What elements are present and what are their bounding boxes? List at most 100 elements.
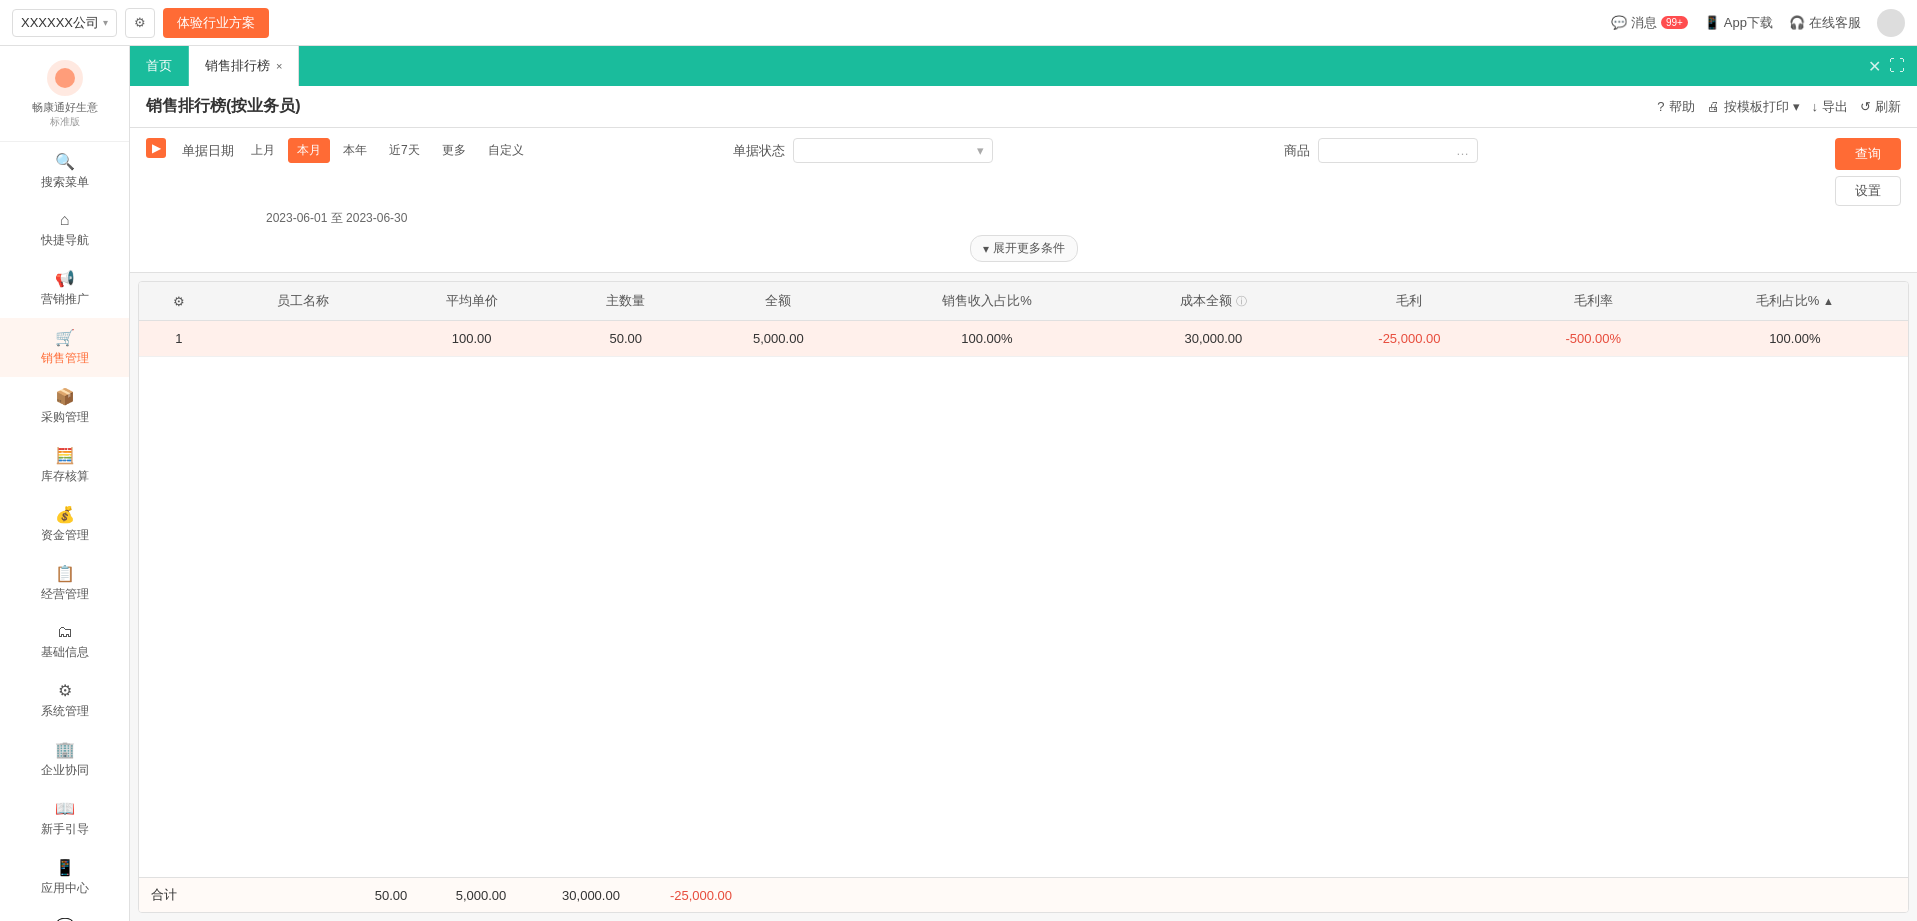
sidebar-item-operations[interactable]: 📋 经营管理 (0, 554, 129, 613)
cell-amount: 5,000.00 (696, 321, 861, 357)
col-sales-pct: 销售收入占比% (861, 282, 1113, 321)
headset-icon: 🎧 (1789, 15, 1805, 30)
finance-icon: 💰 (55, 505, 75, 524)
col-amount: 全额 (696, 282, 861, 321)
sidebar-item-inventory[interactable]: 🧮 库存核算 (0, 436, 129, 495)
inventory-icon: 🧮 (55, 446, 75, 465)
print-button[interactable]: 🖨 按模板打印 ▾ (1707, 98, 1800, 116)
top-bar-right: 💬 消息 99+ 📱 App下载 🎧 在线客服 (1611, 9, 1905, 37)
settings-button[interactable]: 设置 (1835, 176, 1901, 206)
sidebar-item-guide[interactable]: 📖 新手引导 (0, 789, 129, 848)
close-icon[interactable]: × (276, 60, 282, 72)
settings-icon[interactable]: ⚙ (125, 8, 155, 38)
status-filter-section: 单据状态 ▾ (733, 138, 1268, 163)
query-settings: 查询 设置 (1835, 138, 1901, 206)
filter-collapse-icon[interactable]: ▶ (146, 138, 166, 158)
logo-icon (45, 58, 85, 98)
trial-button[interactable]: 体验行业方案 (163, 8, 269, 38)
help-button[interactable]: ? 帮助 (1657, 98, 1694, 116)
sidebar-item-shortcut-nav[interactable]: ⌂ 快捷导航 (0, 201, 129, 259)
filter-inputs: ▶ 单据日期 上月 本月 本年 近7天 更多 自定义 (146, 138, 1901, 206)
phone-icon: 📱 (1704, 15, 1720, 30)
app-download-label: App下载 (1724, 14, 1773, 32)
col-name: 员工名称 (219, 282, 388, 321)
operations-icon: 📋 (55, 564, 75, 583)
tab-sales-rank[interactable]: 销售排行榜 × (189, 46, 299, 86)
print-chevron-icon: ▾ (1793, 99, 1800, 114)
sidebar-item-label: 应用中心 (41, 880, 89, 897)
sidebar-item-enterprise-wechat[interactable]: 💬 企业微信 (0, 907, 129, 921)
query-button[interactable]: 查询 (1835, 138, 1901, 170)
sidebar-item-finance[interactable]: 💰 资金管理 (0, 495, 129, 554)
page-header-actions: ? 帮助 🖨 按模板打印 ▾ ↓ 导出 ↺ 刷新 (1657, 98, 1901, 116)
page-content: 销售排行榜(按业务员) ? 帮助 🖨 按模板打印 ▾ ↓ 导出 (130, 86, 1917, 921)
footer-amount: 5,000.00 (431, 888, 531, 903)
tab-bar-right: ✕ ⛶ (1868, 57, 1917, 76)
date-filter-label: 单据日期 (182, 142, 234, 160)
refresh-button[interactable]: ↺ 刷新 (1860, 98, 1901, 116)
table-footer: 合计 50.00 5,000.00 30,000.00 -25,000.00 (139, 877, 1908, 912)
date-btn-this-month[interactable]: 本月 (288, 138, 330, 163)
basic-info-icon: 🗂 (57, 623, 73, 641)
online-support-btn[interactable]: 🎧 在线客服 (1789, 14, 1861, 32)
tab-home-label: 首页 (146, 57, 172, 75)
sidebar-item-basic-info[interactable]: 🗂 基础信息 (0, 613, 129, 671)
sidebar-item-app-center[interactable]: 📱 应用中心 (0, 848, 129, 907)
export-icon: ↓ (1812, 99, 1819, 114)
sidebar: 畅康通好生意 标准版 🔍 搜索菜单 ⌂ 快捷导航 📢 营销推广 🛒 销售管理 📦… (0, 46, 130, 921)
col-gross-pct[interactable]: 毛利占比% ▲ (1682, 282, 1908, 321)
footer-cost-amount: 30,000.00 (531, 888, 651, 903)
table-header: ⚙ 员工名称 平均单价 主数量 全额 销售收入占比% 成本全额 ⓘ 毛利 毛利率… (139, 282, 1908, 321)
message-badge: 99+ (1661, 16, 1688, 29)
tab-maximize-icon[interactable]: ⛶ (1889, 57, 1905, 75)
footer-total-label: 合计 (151, 886, 351, 904)
avatar[interactable] (1877, 9, 1905, 37)
date-btn-custom[interactable]: 自定义 (479, 138, 533, 163)
expand-label: 展开更多条件 (993, 240, 1065, 257)
app-download-btn[interactable]: 📱 App下载 (1704, 14, 1773, 32)
date-btn-more[interactable]: 更多 (433, 138, 475, 163)
sidebar-item-enterprise[interactable]: 🏢 企业协同 (0, 730, 129, 789)
data-table: ⚙ 员工名称 平均单价 主数量 全额 销售收入占比% 成本全额 ⓘ 毛利 毛利率… (139, 282, 1908, 357)
cell-avg-price: 100.00 (387, 321, 556, 357)
enterprise-icon: 🏢 (55, 740, 75, 759)
cell-cost-amount: 30,000.00 (1113, 321, 1314, 357)
sidebar-item-purchase[interactable]: 📦 采购管理 (0, 377, 129, 436)
sort-icon: ▲ (1823, 295, 1834, 307)
cell-main-qty: 50.00 (556, 321, 696, 357)
message-btn[interactable]: 💬 消息 99+ (1611, 14, 1688, 32)
tab-close-window-icon[interactable]: ✕ (1868, 57, 1881, 76)
export-button[interactable]: ↓ 导出 (1812, 98, 1849, 116)
date-filter-section: 单据日期 上月 本月 本年 近7天 更多 自定义 (182, 138, 717, 163)
main-layout: 畅康通好生意 标准版 🔍 搜索菜单 ⌂ 快捷导航 📢 营销推广 🛒 销售管理 📦… (0, 46, 1917, 921)
content-area: 首页 销售排行榜 × ✕ ⛶ 销售排行榜(按业务员) ? 帮助 (130, 46, 1917, 921)
top-bar: XXXXXX公司 ▾ ⚙ 体验行业方案 💬 消息 99+ 📱 App下载 🎧 在… (0, 0, 1917, 46)
sidebar-item-label: 搜索菜单 (41, 174, 89, 191)
sidebar-item-marketing[interactable]: 📢 营销推广 (0, 259, 129, 318)
goods-select[interactable]: … (1318, 138, 1478, 163)
col-main-qty: 主数量 (556, 282, 696, 321)
goods-filter-section: 商品 … (1284, 138, 1819, 163)
sidebar-item-sales[interactable]: 🛒 销售管理 (0, 318, 129, 377)
logo-line2: 标准版 (50, 115, 80, 129)
refresh-label: 刷新 (1875, 98, 1901, 116)
tab-home[interactable]: 首页 (130, 46, 189, 86)
expand-button[interactable]: ▾ 展开更多条件 (970, 235, 1078, 262)
sidebar-item-search-order[interactable]: 🔍 搜索菜单 (0, 142, 129, 201)
message-label: 消息 (1631, 14, 1657, 32)
date-btn-last-month[interactable]: 上月 (242, 138, 284, 163)
guide-icon: 📖 (55, 799, 75, 818)
cell-gross-pct: 100.00% (1682, 321, 1908, 357)
print-label: 按模板打印 (1724, 98, 1789, 116)
date-btn-7days[interactable]: 近7天 (380, 138, 429, 163)
chevron-down-icon: ▾ (977, 143, 984, 158)
company-selector[interactable]: XXXXXX公司 ▾ (12, 9, 117, 37)
cell-gross-profit: -25,000.00 (1314, 321, 1505, 357)
col-settings[interactable]: ⚙ (139, 282, 219, 321)
status-select[interactable]: ▾ (793, 138, 993, 163)
date-btn-this-year[interactable]: 本年 (334, 138, 376, 163)
sidebar-item-label: 营销推广 (41, 291, 89, 308)
purchase-icon: 📦 (55, 387, 75, 406)
sidebar-item-system[interactable]: ⚙ 系统管理 (0, 671, 129, 730)
app-center-icon: 📱 (55, 858, 75, 877)
